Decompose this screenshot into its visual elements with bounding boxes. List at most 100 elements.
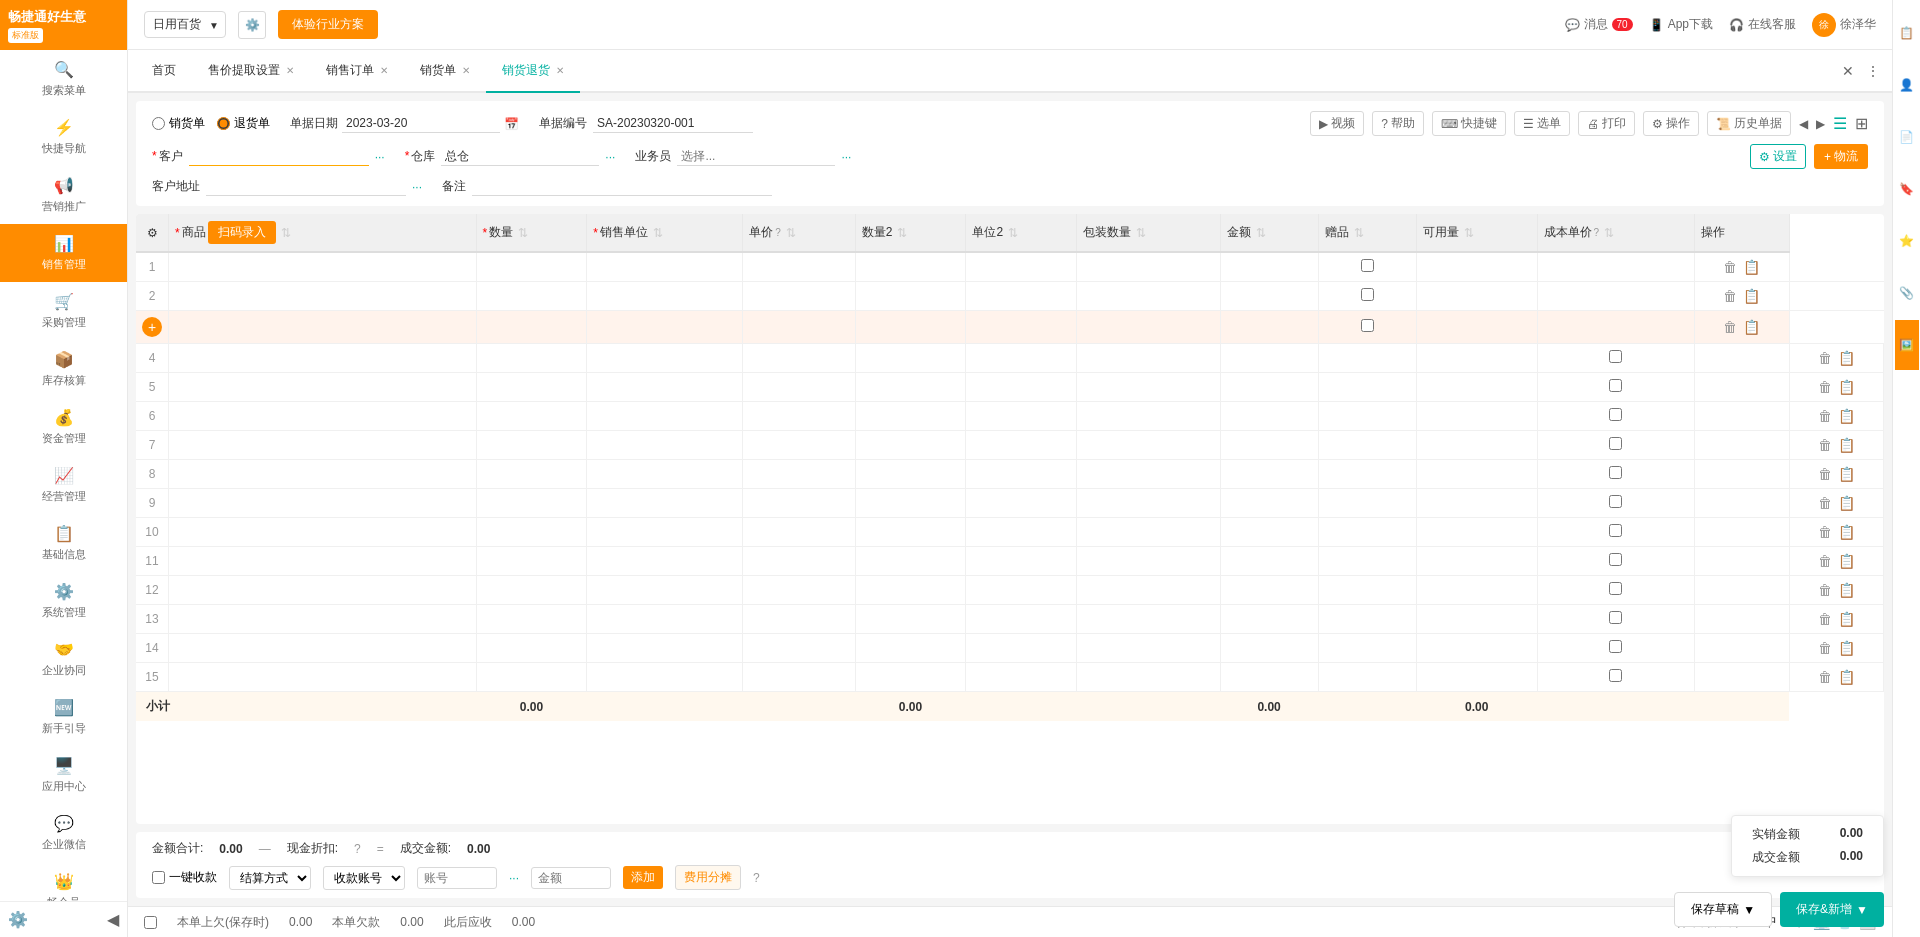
sidebar-item-finance[interactable]: 💰 资金管理	[0, 398, 127, 456]
tab-price-setting[interactable]: 售价提取设置 ✕	[192, 50, 310, 93]
copy-icon[interactable]: 📋	[1838, 437, 1855, 453]
salesman-input[interactable]	[677, 147, 835, 166]
gift-checkbox[interactable]	[1609, 437, 1622, 450]
cell-5-4[interactable]	[855, 373, 966, 402]
sidebar-item-sales[interactable]: 📊 销售管理	[0, 224, 127, 282]
cell-4-1[interactable]	[476, 344, 587, 373]
right-panel-item-7[interactable]: 🖼️	[1895, 320, 1919, 370]
calendar-icon[interactable]: 📅	[504, 117, 519, 131]
copy-icon[interactable]: 📋	[1743, 288, 1760, 304]
cell-7-6[interactable]	[1077, 431, 1220, 460]
tab-sales-order[interactable]: 销售订单 ✕	[310, 50, 404, 93]
cell-8-1[interactable]	[476, 460, 587, 489]
gift-checkbox[interactable]	[1361, 259, 1374, 272]
cell-12-7[interactable]	[1220, 576, 1318, 605]
copy-icon[interactable]: 📋	[1838, 582, 1855, 598]
amount-cell[interactable]	[1220, 252, 1318, 282]
copy-icon[interactable]: 📋	[1838, 466, 1855, 482]
gift-cell[interactable]	[1537, 460, 1695, 489]
cell-available-12[interactable]	[1695, 576, 1789, 605]
cell-9-6[interactable]	[1077, 489, 1220, 518]
cell-5-9[interactable]	[1416, 373, 1537, 402]
cell-6-3[interactable]	[743, 402, 855, 431]
gift-checkbox[interactable]	[1609, 379, 1622, 392]
gift-checkbox[interactable]	[1609, 611, 1622, 624]
sort-icon[interactable]: ⇅	[1604, 226, 1614, 240]
cell-10-0[interactable]	[169, 518, 477, 547]
qty2-cell[interactable]	[855, 311, 966, 344]
amount-cell[interactable]	[1220, 311, 1318, 344]
product-input[interactable]	[175, 320, 470, 334]
cell-4-5[interactable]	[966, 344, 1077, 373]
cell-7-1[interactable]	[476, 431, 587, 460]
gift-checkbox[interactable]	[1609, 495, 1622, 508]
qty2-cell[interactable]	[855, 252, 966, 282]
price-cell[interactable]	[743, 252, 855, 282]
qty-cell[interactable]	[476, 252, 587, 282]
print-input[interactable]	[144, 916, 157, 929]
cell-13-9[interactable]	[1416, 605, 1537, 634]
cell-10-4[interactable]	[855, 518, 966, 547]
cell-15-8[interactable]	[1318, 663, 1416, 692]
print-checkbox[interactable]	[144, 916, 157, 929]
cell-14-5[interactable]	[966, 634, 1077, 663]
sort-icon[interactable]: ⇅	[1008, 226, 1018, 240]
cell-11-2[interactable]	[587, 547, 743, 576]
cell-15-9[interactable]	[1416, 663, 1537, 692]
delete-icon[interactable]: 🗑	[1818, 408, 1832, 424]
cell-available-8[interactable]	[1695, 460, 1789, 489]
video-btn[interactable]: ▶ 视频	[1310, 111, 1364, 136]
remark-input[interactable]	[472, 177, 772, 196]
app-download-btn[interactable]: 📱 App下载	[1649, 16, 1713, 33]
radio-return[interactable]: 退货单	[217, 115, 270, 132]
cell-10-7[interactable]	[1220, 518, 1318, 547]
cell-15-4[interactable]	[855, 663, 966, 692]
gift-cell[interactable]	[1318, 311, 1416, 344]
cell-10-9[interactable]	[1416, 518, 1537, 547]
cell-available-13[interactable]	[1695, 605, 1789, 634]
delete-icon[interactable]: 🗑	[1818, 466, 1832, 482]
cell-4-0[interactable]	[169, 344, 477, 373]
cell-5-8[interactable]	[1318, 373, 1416, 402]
gift-checkbox[interactable]	[1609, 350, 1622, 363]
warehouse-input[interactable]	[441, 147, 599, 166]
cell-available-11[interactable]	[1695, 547, 1789, 576]
pkg-cell[interactable]	[1077, 252, 1220, 282]
address-input[interactable]	[206, 177, 406, 196]
cell-5-7[interactable]	[1220, 373, 1318, 402]
unit-cell[interactable]	[587, 252, 743, 282]
radio-return-input[interactable]	[217, 117, 230, 130]
user-avatar[interactable]: 徐 徐泽华	[1812, 13, 1876, 37]
cell-9-7[interactable]	[1220, 489, 1318, 518]
tab-close-icon[interactable]: ✕	[462, 65, 470, 76]
cell-available-5[interactable]	[1695, 373, 1789, 402]
warehouse-more-icon[interactable]: ···	[605, 150, 615, 164]
price-cell[interactable]	[743, 311, 855, 344]
cell-12-0[interactable]	[169, 576, 477, 605]
industry-select[interactable]: 日用百货 ▼	[144, 11, 226, 38]
cell-11-0[interactable]	[169, 547, 477, 576]
sidebar-item-marketing[interactable]: 📢 营销推广	[0, 166, 127, 224]
help-btn[interactable]: ? 帮助	[1372, 111, 1424, 136]
cell-5-2[interactable]	[587, 373, 743, 402]
help-circle-icon4[interactable]: ?	[753, 871, 760, 885]
price-cell[interactable]	[743, 282, 855, 311]
cell-14-3[interactable]	[743, 634, 855, 663]
sidebar-item-guide[interactable]: 🆕 新手引导	[0, 688, 127, 746]
copy-icon[interactable]: 📋	[1743, 259, 1760, 275]
cell-4-7[interactable]	[1220, 344, 1318, 373]
print-btn[interactable]: 🖨 打印	[1578, 111, 1635, 136]
cell-10-5[interactable]	[966, 518, 1077, 547]
unit-cell[interactable]	[587, 282, 743, 311]
copy-icon[interactable]: 📋	[1838, 495, 1855, 511]
cell-8-0[interactable]	[169, 460, 477, 489]
settings-btn[interactable]: ⚙ 设置	[1750, 144, 1806, 169]
gift-cell[interactable]	[1537, 402, 1695, 431]
cell-13-0[interactable]	[169, 605, 477, 634]
cell-13-4[interactable]	[855, 605, 966, 634]
cell-13-8[interactable]	[1318, 605, 1416, 634]
gift-checkbox[interactable]	[1609, 640, 1622, 653]
sort-icon[interactable]: ⇅	[1354, 226, 1364, 240]
help-circle-icon3[interactable]: ?	[354, 842, 361, 856]
gift-cell[interactable]	[1537, 547, 1695, 576]
